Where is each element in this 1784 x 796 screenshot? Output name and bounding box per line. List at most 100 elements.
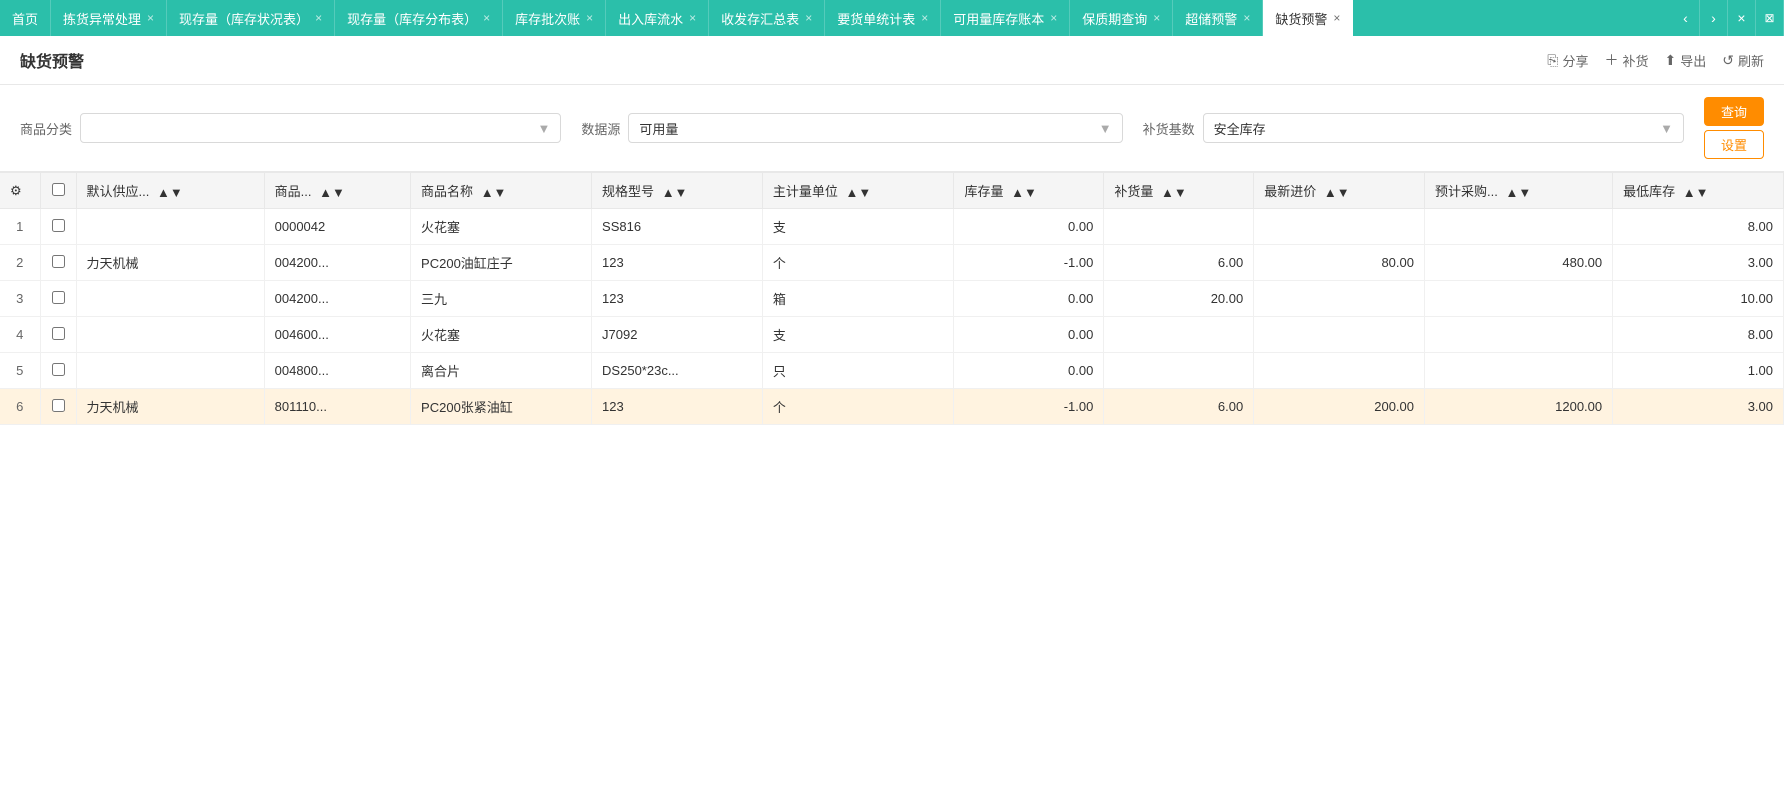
row-checkbox-cell[interactable] (40, 209, 76, 245)
row-checkbox-cell[interactable] (40, 281, 76, 317)
close-tab-expiry-query[interactable]: × (1153, 11, 1160, 25)
share-button[interactable]: ⎘ 分享 (1547, 51, 1588, 70)
col-stock[interactable]: 库存量 ▲▼ (954, 173, 1104, 209)
row-replenish: 6.00 (1104, 389, 1254, 425)
row-min-stock: 3.00 (1613, 389, 1784, 425)
refresh-button[interactable]: ↺ 刷新 (1722, 51, 1764, 70)
row-product-code: 004200... (264, 245, 410, 281)
row-checkbox[interactable] (52, 291, 65, 304)
sort-supplier-icon: ▲▼ (157, 185, 183, 200)
close-tab-inventory-dist[interactable]: × (483, 11, 490, 25)
row-product-name: PC200油缸庄子 (411, 245, 592, 281)
row-product-name: 离合片 (411, 353, 592, 389)
row-min-stock: 10.00 (1613, 281, 1784, 317)
table-settings-icon[interactable]: ⚙ (10, 183, 22, 198)
data-table-container: ⚙ 默认供应... ▲▼ 商品... ▲▼ 商品名称 (0, 172, 1784, 425)
col-settings[interactable]: ⚙ (0, 173, 40, 209)
row-min-stock: 1.00 (1613, 353, 1784, 389)
tab-available-ledger[interactable]: 可用量库存账本 × (941, 0, 1070, 36)
row-checkbox-cell[interactable] (40, 245, 76, 281)
select-all-checkbox[interactable] (52, 183, 65, 196)
close-tab-batch-account[interactable]: × (586, 11, 593, 25)
col-estimated-purchase[interactable]: 预计采购... ▲▼ (1425, 173, 1613, 209)
replenish-basis-select[interactable]: 安全库存 ▼ (1203, 113, 1684, 143)
row-estimated-purchase (1425, 209, 1613, 245)
tab-batch-account[interactable]: 库存批次账 × (503, 0, 606, 36)
row-checkbox[interactable] (52, 363, 65, 376)
row-estimated-purchase: 1200.00 (1425, 389, 1613, 425)
export-button[interactable]: ⬆ 导出 (1665, 51, 1707, 70)
tab-inventory-status[interactable]: 现存量（库存状况表） × (167, 0, 335, 36)
replenish-basis-label: 补货基数 (1143, 119, 1195, 138)
row-settings-cell: 2 (0, 245, 40, 281)
close-tab-available-ledger[interactable]: × (1050, 11, 1057, 25)
datasource-value: 可用量 (639, 119, 678, 138)
tab-shortage[interactable]: 缺货预警 × (1263, 0, 1353, 36)
row-estimated-purchase (1425, 317, 1613, 353)
col-supplier[interactable]: 默认供应... ▲▼ (76, 173, 264, 209)
row-settings-cell: 4 (0, 317, 40, 353)
sort-latest-price-icon: ▲▼ (1324, 185, 1350, 200)
replenish-button[interactable]: ＋ 补货 (1604, 50, 1648, 70)
tab-overstock[interactable]: 超储预警 × (1173, 0, 1263, 36)
tab-close-all-btn[interactable]: ⊠ (1756, 0, 1784, 36)
tab-home[interactable]: 首页 (0, 0, 51, 36)
tab-prev-btn[interactable]: ‹ (1672, 0, 1700, 36)
query-button[interactable]: 查询 (1704, 97, 1764, 126)
tab-close-current-btn[interactable]: × (1728, 0, 1756, 36)
tab-next-btn[interactable]: › (1700, 0, 1728, 36)
row-supplier (76, 209, 264, 245)
row-product-code: 004800... (264, 353, 410, 389)
datasource-chevron-icon: ▼ (1099, 121, 1112, 136)
row-checkbox[interactable] (52, 399, 65, 412)
row-checkbox-cell[interactable] (40, 389, 76, 425)
header-actions: ⎘ 分享 ＋ 补货 ⬆ 导出 ↺ 刷新 (1547, 50, 1764, 70)
row-min-stock: 8.00 (1613, 209, 1784, 245)
tab-defect-proc[interactable]: 拣货异常处理 × (51, 0, 167, 36)
row-stock: -1.00 (954, 389, 1104, 425)
close-tab-order-stat[interactable]: × (921, 11, 928, 25)
col-product-name[interactable]: 商品名称 ▲▼ (411, 173, 592, 209)
tab-expiry-query[interactable]: 保质期查询 × (1070, 0, 1173, 36)
close-tab-inventory-status[interactable]: × (315, 11, 322, 25)
category-select[interactable]: ▼ (80, 113, 561, 143)
close-tab-defect-proc[interactable]: × (147, 11, 154, 25)
row-min-stock: 3.00 (1613, 245, 1784, 281)
sort-estimated-purchase-icon: ▲▼ (1505, 185, 1531, 200)
filter-bar: 商品分类 ▼ 数据源 可用量 ▼ 补货基数 安全库存 ▼ 查询 设置 (0, 85, 1784, 172)
col-min-stock[interactable]: 最低库存 ▲▼ (1613, 173, 1784, 209)
row-stock: 0.00 (954, 317, 1104, 353)
datasource-select[interactable]: 可用量 ▼ (628, 113, 1122, 143)
close-tab-overstock[interactable]: × (1243, 11, 1250, 25)
close-tab-inout-flow[interactable]: × (689, 11, 696, 25)
row-latest-price: 80.00 (1254, 245, 1425, 281)
col-product-code[interactable]: 商品... ▲▼ (264, 173, 410, 209)
row-checkbox-cell[interactable] (40, 353, 76, 389)
tab-inventory-dist[interactable]: 现存量（库存分布表） × (335, 0, 503, 36)
col-replenish[interactable]: 补货量 ▲▼ (1104, 173, 1254, 209)
tab-bar: 首页 拣货异常处理 × 现存量（库存状况表） × 现存量（库存分布表） × 库存… (0, 0, 1784, 36)
row-product-name: 火花塞 (411, 317, 592, 353)
table-row: 1 0000042 火花塞 SS816 支 0.00 8.00 (0, 209, 1784, 245)
col-unit[interactable]: 主计量单位 ▲▼ (762, 173, 954, 209)
close-tab-receipt-summary[interactable]: × (805, 11, 812, 25)
tab-order-stat[interactable]: 要货单统计表 × (825, 0, 941, 36)
table-header-row: ⚙ 默认供应... ▲▼ 商品... ▲▼ 商品名称 (0, 173, 1784, 209)
row-checkbox-cell[interactable] (40, 317, 76, 353)
row-checkbox[interactable] (52, 255, 65, 268)
col-spec[interactable]: 规格型号 ▲▼ (592, 173, 763, 209)
tab-receipt-summary[interactable]: 收发存汇总表 × (709, 0, 825, 36)
tab-nav-btns: ‹ › × ⊠ (1672, 0, 1784, 36)
row-unit: 支 (762, 317, 954, 353)
tab-inout-flow[interactable]: 出入库流水 × (606, 0, 709, 36)
settings-button[interactable]: 设置 (1704, 130, 1764, 159)
row-checkbox[interactable] (52, 219, 65, 232)
col-latest-price[interactable]: 最新进价 ▲▼ (1254, 173, 1425, 209)
row-checkbox[interactable] (52, 327, 65, 340)
page-title: 缺货预警 (20, 48, 84, 72)
row-supplier (76, 317, 264, 353)
main-content: 缺货预警 ⎘ 分享 ＋ 补货 ⬆ 导出 ↺ 刷新 商品分类 (0, 36, 1784, 796)
close-tab-shortage[interactable]: × (1333, 11, 1340, 25)
row-estimated-purchase (1425, 353, 1613, 389)
row-settings-cell: 5 (0, 353, 40, 389)
